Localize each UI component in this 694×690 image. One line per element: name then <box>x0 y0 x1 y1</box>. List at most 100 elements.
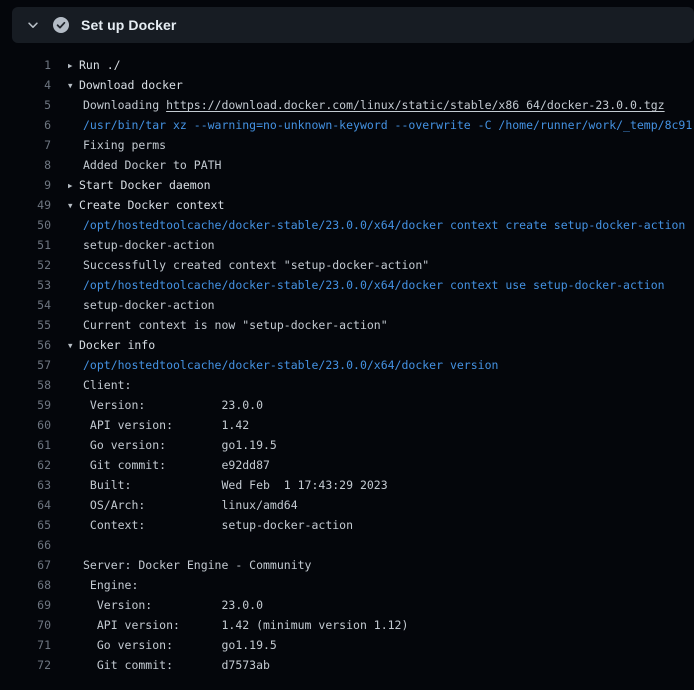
group-header[interactable]: ▶Start Docker daemon <box>51 175 211 195</box>
log-text: Built: Wed Feb 1 17:43:29 2023 <box>51 475 388 495</box>
group-header[interactable]: ▼Download docker <box>51 75 183 95</box>
log-line: 58 Client: <box>0 375 694 395</box>
log-line: 68 Engine: <box>0 575 694 595</box>
line-number[interactable]: 70 <box>0 615 51 635</box>
group-title: Start Docker daemon <box>79 178 211 192</box>
line-number[interactable]: 67 <box>0 555 51 575</box>
log-line: 59 Version: 23.0.0 <box>0 395 694 415</box>
log-line: 56▼Docker info <box>0 335 694 355</box>
group-header[interactable]: ▶Run ./ <box>51 55 121 75</box>
log-text-value: API version: 1.42 (minimum version 1.12) <box>83 618 408 632</box>
line-number[interactable]: 54 <box>0 295 51 315</box>
line-number[interactable]: 8 <box>0 155 51 175</box>
log-line: 64 OS/Arch: linux/amd64 <box>0 495 694 515</box>
log-line: 6/usr/bin/tar xz --warning=no-unknown-ke… <box>0 115 694 135</box>
log-text-value: Version: 23.0.0 <box>83 598 263 612</box>
line-number[interactable]: 57 <box>0 355 51 375</box>
line-number[interactable]: 49 <box>0 195 51 215</box>
log-text-value: Server: Docker Engine - Community <box>83 558 311 572</box>
log-text-value: /opt/hostedtoolcache/docker-stable/23.0.… <box>83 278 665 292</box>
log-line: 8 Added Docker to PATH <box>0 155 694 175</box>
log-line: 57/opt/hostedtoolcache/docker-stable/23.… <box>0 355 694 375</box>
log-text-value: OS/Arch: linux/amd64 <box>83 498 298 512</box>
line-number[interactable]: 71 <box>0 635 51 655</box>
log-line: 52Successfully created context "setup-do… <box>0 255 694 275</box>
line-number[interactable]: 52 <box>0 255 51 275</box>
log-text: OS/Arch: linux/amd64 <box>51 495 298 515</box>
group-collapsed-triangle-icon[interactable]: ▶ <box>68 56 79 76</box>
line-number[interactable]: 66 <box>0 535 51 555</box>
log-text: Go version: go1.19.5 <box>51 435 277 455</box>
log-text: Go version: go1.19.5 <box>51 635 277 655</box>
log-text-value: /opt/hostedtoolcache/docker-stable/23.0.… <box>83 358 498 372</box>
chevron-down-icon[interactable] <box>25 17 41 33</box>
line-number[interactable]: 53 <box>0 275 51 295</box>
log-text: Engine: <box>51 575 138 595</box>
log-text: API version: 1.42 (minimum version 1.12) <box>51 615 408 635</box>
log-text-value: setup-docker-action <box>83 238 215 252</box>
group-header[interactable]: ▼Docker info <box>51 335 155 355</box>
log-output: 1▶Run ./4▼Download docker5Downloading ht… <box>0 43 694 675</box>
log-text: API version: 1.42 <box>51 415 249 435</box>
line-number[interactable]: 72 <box>0 655 51 675</box>
log-line: 50/opt/hostedtoolcache/docker-stable/23.… <box>0 215 694 235</box>
line-number[interactable]: 4 <box>0 75 51 95</box>
line-number[interactable]: 63 <box>0 475 51 495</box>
log-line: 63 Built: Wed Feb 1 17:43:29 2023 <box>0 475 694 495</box>
step-title: Set up Docker <box>81 17 176 33</box>
step-status-check-icon <box>53 17 69 33</box>
log-text-value: /opt/hostedtoolcache/docker-stable/23.0.… <box>83 218 685 232</box>
log-text: Version: 23.0.0 <box>51 395 263 415</box>
log-text <box>51 535 83 555</box>
line-number[interactable]: 64 <box>0 495 51 515</box>
line-number[interactable]: 59 <box>0 395 51 415</box>
group-collapsed-triangle-icon[interactable]: ▶ <box>68 176 79 196</box>
line-number[interactable]: 55 <box>0 315 51 335</box>
log-text-value: Version: 23.0.0 <box>83 398 263 412</box>
log-url-link[interactable]: https://download.docker.com/linux/static… <box>166 98 665 112</box>
group-expanded-triangle-icon[interactable]: ▼ <box>68 336 79 356</box>
line-number[interactable]: 61 <box>0 435 51 455</box>
group-header[interactable]: ▼Create Docker context <box>51 195 224 215</box>
log-line: 70 API version: 1.42 (minimum version 1.… <box>0 615 694 635</box>
log-line: 1▶Run ./ <box>0 55 694 75</box>
line-number[interactable]: 7 <box>0 135 51 155</box>
log-line: 49▼Create Docker context <box>0 195 694 215</box>
line-number[interactable]: 69 <box>0 595 51 615</box>
line-number[interactable]: 62 <box>0 455 51 475</box>
log-line: 67 Server: Docker Engine - Community <box>0 555 694 575</box>
log-text: Git commit: e92dd87 <box>51 455 270 475</box>
step-header[interactable]: Set up Docker <box>12 7 694 43</box>
log-text-value: Client: <box>83 378 131 392</box>
group-title: Run ./ <box>79 58 121 72</box>
log-text: setup-docker-action <box>51 235 215 255</box>
group-expanded-triangle-icon[interactable]: ▼ <box>68 76 79 96</box>
log-text-value: Git commit: d7573ab <box>83 658 270 672</box>
group-title: Download docker <box>79 78 183 92</box>
log-text-value: Added Docker to PATH <box>83 158 221 172</box>
log-text-value: setup-docker-action <box>83 298 215 312</box>
line-number[interactable]: 6 <box>0 115 51 135</box>
line-number[interactable]: 58 <box>0 375 51 395</box>
log-text-value: Fixing perms <box>83 138 166 152</box>
group-expanded-triangle-icon[interactable]: ▼ <box>68 196 79 216</box>
line-number[interactable]: 51 <box>0 235 51 255</box>
log-command-text: /usr/bin/tar xz --warning=no-unknown-key… <box>51 115 692 135</box>
line-number[interactable]: 50 <box>0 215 51 235</box>
log-command-text: /opt/hostedtoolcache/docker-stable/23.0.… <box>51 355 498 375</box>
log-text: Downloading https://download.docker.com/… <box>51 95 665 115</box>
log-line: 71 Go version: go1.19.5 <box>0 635 694 655</box>
log-command-text: /opt/hostedtoolcache/docker-stable/23.0.… <box>51 275 665 295</box>
line-number[interactable]: 1 <box>0 55 51 75</box>
line-number[interactable]: 56 <box>0 335 51 355</box>
line-number[interactable]: 9 <box>0 175 51 195</box>
group-title: Create Docker context <box>79 198 224 212</box>
group-title: Docker info <box>79 338 155 352</box>
line-number[interactable]: 5 <box>0 95 51 115</box>
log-text-prefix: Downloading <box>83 98 166 112</box>
line-number[interactable]: 68 <box>0 575 51 595</box>
log-text: Server: Docker Engine - Community <box>51 555 311 575</box>
log-line: 62 Git commit: e92dd87 <box>0 455 694 475</box>
line-number[interactable]: 65 <box>0 515 51 535</box>
line-number[interactable]: 60 <box>0 415 51 435</box>
